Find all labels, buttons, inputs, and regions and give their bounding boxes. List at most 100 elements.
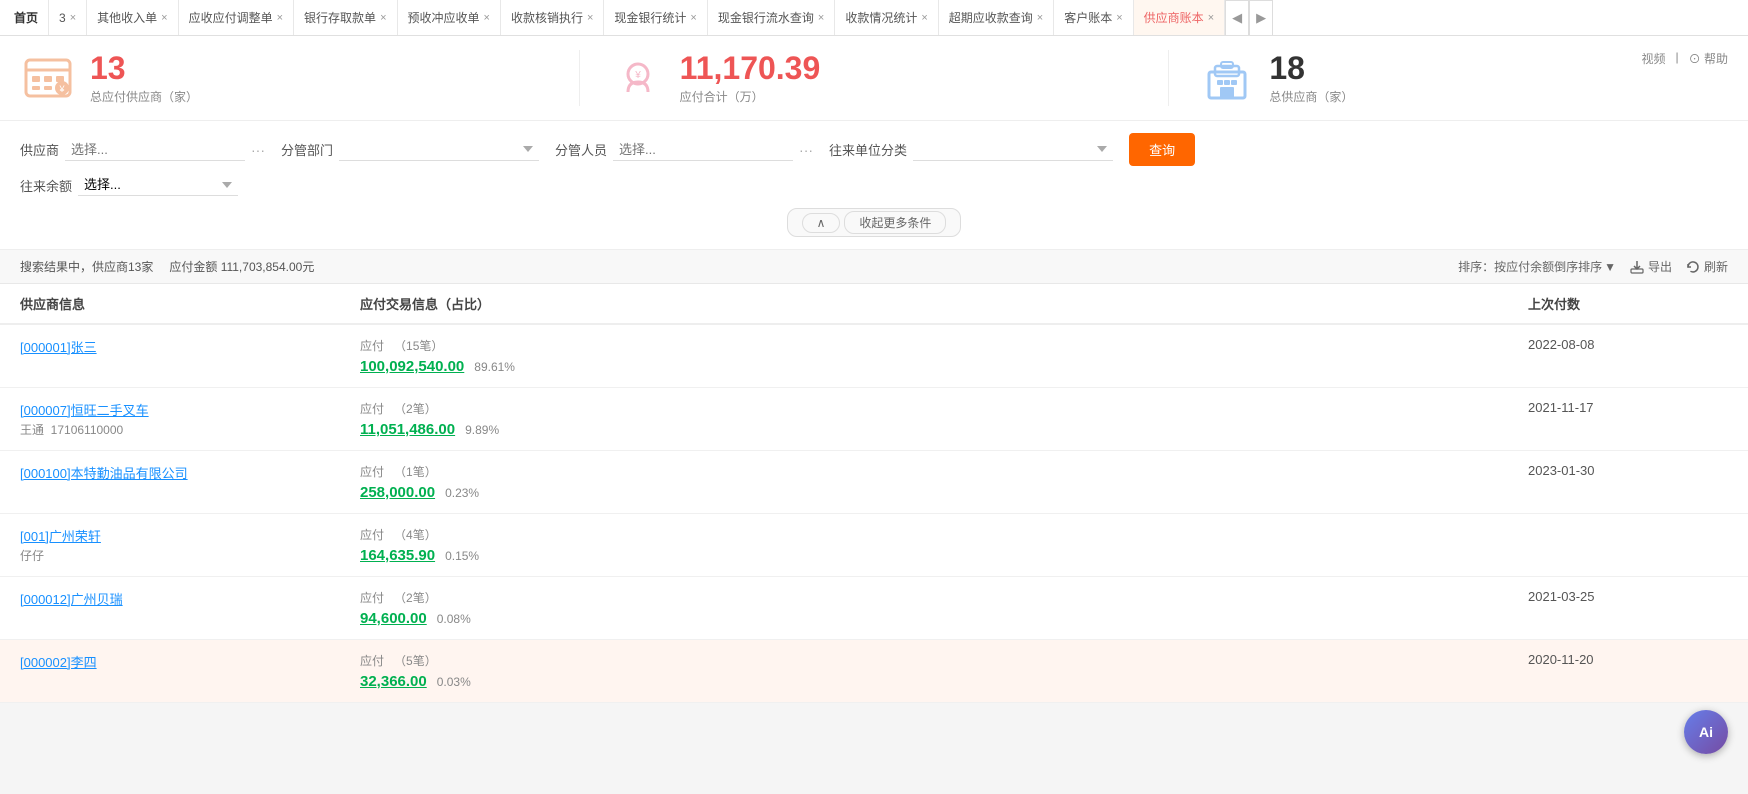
tx-info-row2: 应付 （2笔） 11,051,486.00 9.89% [360,400,1528,438]
filter-bar: 供应商 ··· 分管部门 分管人员 ··· 往来单位分类 查询 往来 [0,121,1748,250]
ar-adjust-close[interactable]: × [277,12,283,24]
tx-label-row2: 应付 [360,400,384,417]
other-income-close[interactable]: × [161,12,167,24]
tx-amount-row4[interactable]: 164,635.90 [360,547,435,564]
prepay-offset-close[interactable]: × [484,12,490,24]
supplier-info-row3: [000100]本特勤油品有限公司 [20,463,360,482]
supplier-filter-label: 供应商 [20,140,59,159]
export-button[interactable]: 导出 [1630,258,1672,275]
other-income-label: 其他收入单 [97,9,157,26]
person-filter-dots[interactable]: ··· [799,142,813,158]
tx-label-row6: 应付 [360,652,384,669]
tx-amount-row2[interactable]: 11,051,486.00 [360,421,455,438]
tx-amount-row5[interactable]: 94,600.00 [360,610,427,627]
summary-help: 视频 | ⊙ 帮助 [1642,50,1729,67]
supplier-link-row4[interactable]: [001]广州荣轩 [20,529,101,544]
customer-ledger-close[interactable]: × [1116,12,1122,24]
bank-deposit-close[interactable]: × [380,12,386,24]
tab3-label: 3 [59,11,66,25]
table-row: [000002]李四 应付 （5笔） 32,366.00 0.03% 2020-… [0,640,1748,703]
nav-tab-ar-adjust[interactable]: 应收应付调整单 × [179,0,294,35]
nav-tab-3[interactable]: 3 × [49,0,87,35]
tx-pct-row3: 0.23% [445,486,479,500]
query-button[interactable]: 查询 [1129,133,1195,166]
suppliers-due-label: 总应付供应商（家） [90,88,198,105]
table-header: 供应商信息 应付交易信息（占比） 上次付数 [0,284,1748,325]
total-suppliers-num: 18 [1269,52,1353,84]
nav-tab-bank-deposit[interactable]: 银行存取款单 × [294,0,397,35]
filter-row-2: 往来余额 选择... [20,174,1728,196]
lastpay-row6: 2020-11-20 [1528,652,1728,667]
nav-tab-overdue-ar[interactable]: 超期应收款查询 × [939,0,1054,35]
collapse-bar[interactable]: ∧ 收起更多条件 [20,204,1728,241]
svg-text:¥: ¥ [58,84,65,94]
home-label: 首页 [14,9,38,26]
collection-verify-close[interactable]: × [587,12,593,24]
cash-bank-stat-label: 现金银行统计 [614,9,686,26]
table-row: [001]广州荣轩 仔仔 应付 （4笔） 164,635.90 0.15% [0,514,1748,577]
result-bar: 搜索结果中，供应商13家 应付金额 111,703,854.00元 排序：按应付… [0,250,1748,284]
cash-flow-query-label: 现金银行流水查询 [718,9,814,26]
help-video-btn[interactable]: 视频 [1642,50,1666,67]
tx-label-row1: 应付 [360,337,384,354]
result-text1: 搜索结果中，供应商13家 [20,258,153,275]
tab3-close[interactable]: × [70,12,76,24]
nav-tab-home[interactable]: 首页 [4,0,49,35]
nav-tab-cash-bank-stat[interactable]: 现金银行统计 × [604,0,707,35]
collapse-chevron-icon: ∧ [802,213,841,233]
ai-fab-button[interactable]: Ai [1684,710,1728,754]
supplier-info-row1: [000001]张三 [20,337,360,356]
person-filter-input[interactable] [613,139,793,161]
tx-info-row5: 应付 （2笔） 94,600.00 0.08% [360,589,1528,627]
tx-pct-row1: 89.61% [474,360,515,374]
filter-row-1: 供应商 ··· 分管部门 分管人员 ··· 往来单位分类 查询 [20,133,1728,166]
overdue-ar-close[interactable]: × [1037,12,1043,24]
supplier-link-row1[interactable]: [000001]张三 [20,340,97,355]
export-label: 导出 [1648,258,1672,275]
tx-pct-row5: 0.08% [437,612,471,626]
balance-filter-label: 往来余额 [20,176,72,195]
last-pay-date-row5: 2021-03-25 [1528,589,1595,604]
supplier-sub-row4: 仔仔 [20,547,360,564]
sort-chevron-icon: ▼ [1604,260,1616,274]
tx-info-row3: 应付 （1笔） 258,000.00 0.23% [360,463,1528,501]
dept-filter-select[interactable] [339,139,539,161]
nav-tab-customer-ledger[interactable]: 客户账本 × [1054,0,1133,35]
customer-ledger-label: 客户账本 [1064,9,1112,26]
nav-tab-collection-stat[interactable]: 收款情况统计 × [835,0,938,35]
filter-item-dept: 分管部门 [281,139,539,161]
refresh-button[interactable]: 刷新 [1686,258,1728,275]
tx-amount-row6[interactable]: 32,366.00 [360,673,427,690]
supplier-link-row3[interactable]: [000100]本特勤油品有限公司 [20,466,188,481]
nav-tab-collection-verify[interactable]: 收款核销执行 × [501,0,604,35]
tx-amount-row3[interactable]: 258,000.00 [360,484,435,501]
supplier-ledger-close[interactable]: × [1208,12,1214,24]
nav-tab-cash-flow-query[interactable]: 现金银行流水查询 × [708,0,835,35]
tx-count-row3: （1笔） [394,463,437,480]
lastpay-row1: 2022-08-08 [1528,337,1728,352]
supplier-filter-input[interactable] [65,139,245,161]
tx-pct-row6: 0.03% [437,675,471,689]
ar-adjust-label: 应收应付调整单 [189,9,273,26]
summary-icon-3 [1199,50,1255,106]
nav-tab-supplier-ledger[interactable]: 供应商账本 × [1134,0,1225,35]
tx-amount-row1[interactable]: 100,092,540.00 [360,358,464,375]
collection-stat-close[interactable]: × [921,12,927,24]
category-filter-select[interactable] [913,139,1113,161]
cash-flow-query-close[interactable]: × [818,12,824,24]
cash-bank-stat-close[interactable]: × [690,12,696,24]
nav-tab-other-income[interactable]: 其他收入单 × [87,0,178,35]
supplier-filter-dots[interactable]: ··· [251,142,265,158]
table-row: [000007]恒旺二手叉车 王通 17106110000 应付 （2笔） 11… [0,388,1748,451]
nav-next-arrow[interactable]: ▶ [1249,0,1273,36]
supplier-link-row6[interactable]: [000002]李四 [20,655,97,670]
tx-pct-row4: 0.15% [445,549,479,563]
supplier-link-row5[interactable]: [000012]广州贝瑞 [20,592,123,607]
help-text-btn[interactable]: ⊙ 帮助 [1689,50,1728,67]
sort-button[interactable]: 排序：按应付余额倒序排序 ▼ [1458,258,1616,275]
nav-prev-arrow[interactable]: ◀ [1225,0,1249,36]
tx-count-row5: （2笔） [394,589,437,606]
balance-filter-select[interactable]: 选择... [78,174,238,196]
supplier-link-row2[interactable]: [000007]恒旺二手叉车 [20,403,149,418]
nav-tab-prepay-offset[interactable]: 预收冲应收单 × [398,0,501,35]
